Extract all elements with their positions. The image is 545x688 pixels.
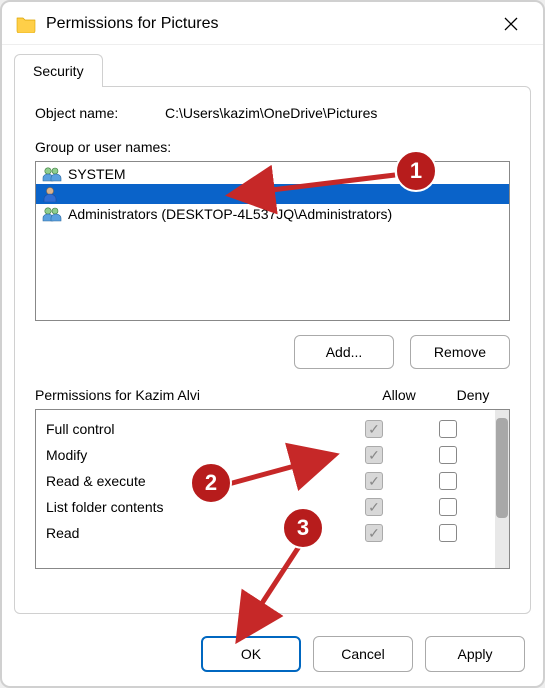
- close-button[interactable]: [493, 10, 529, 38]
- remove-button[interactable]: Remove: [410, 335, 510, 369]
- titlebar: Permissions for Pictures: [2, 2, 543, 45]
- dialog-button-row: OK Cancel Apply: [2, 626, 543, 686]
- permissions-scrollbar[interactable]: [495, 410, 509, 568]
- permission-deny-cell: [411, 498, 485, 516]
- users-icon: [42, 166, 62, 182]
- permissions-dialog: Permissions for Pictures Security Object…: [0, 0, 545, 688]
- permission-deny-cell: [411, 420, 485, 438]
- cancel-button[interactable]: Cancel: [313, 636, 413, 672]
- permissions-rows: Full control✓Modify✓Read & execute✓List …: [36, 410, 495, 568]
- permission-allow-cell: ✓: [337, 498, 411, 516]
- list-item[interactable]: Administrators (DESKTOP-4L537JQ\Administ…: [36, 204, 509, 224]
- permission-row: Read & execute ✓: [36, 468, 495, 494]
- permission-allow-checkbox: ✓: [365, 446, 383, 464]
- add-button[interactable]: Add...: [294, 335, 394, 369]
- object-name-label: Object name:: [35, 105, 165, 121]
- permissions-header-row: Permissions for Kazim Alvi Allow Deny: [35, 387, 510, 409]
- permission-deny-checkbox: [439, 472, 457, 490]
- permission-row: Full control ✓: [36, 416, 495, 442]
- tab-panel-security: Object name: C:\Users\kazim\OneDrive\Pic…: [14, 86, 531, 614]
- folder-icon: [16, 15, 36, 33]
- permission-allow-checkbox: ✓: [365, 420, 383, 438]
- permissions-for-label: Permissions for Kazim Alvi: [35, 387, 362, 403]
- groups-listbox[interactable]: SYSTEM Administrators (DESKTOP-4L537JQ\Ad…: [35, 161, 510, 321]
- user-icon: [42, 186, 62, 202]
- permission-allow-cell: ✓: [337, 524, 411, 542]
- apply-button[interactable]: Apply: [425, 636, 525, 672]
- permission-name: Modify: [46, 447, 337, 463]
- object-name-row: Object name: C:\Users\kazim\OneDrive\Pic…: [35, 105, 510, 121]
- permission-deny-cell: [411, 446, 485, 464]
- permission-allow-checkbox: ✓: [365, 498, 383, 516]
- close-icon: [504, 17, 518, 31]
- permission-deny-checkbox: [439, 446, 457, 464]
- groups-button-row: Add... Remove: [35, 335, 510, 369]
- permissions-table: Full control✓Modify✓Read & execute✓List …: [35, 409, 510, 569]
- permission-deny-checkbox: [439, 420, 457, 438]
- permission-allow-cell: ✓: [337, 472, 411, 490]
- permission-allow-cell: ✓: [337, 446, 411, 464]
- object-name-value: C:\Users\kazim\OneDrive\Pictures: [165, 105, 377, 121]
- window-title: Permissions for Pictures: [46, 15, 483, 33]
- permission-deny-cell: [411, 472, 485, 490]
- list-item[interactable]: [36, 184, 509, 204]
- permission-name: Full control: [46, 421, 337, 437]
- permission-allow-cell: ✓: [337, 420, 411, 438]
- permission-allow-checkbox: ✓: [365, 524, 383, 542]
- scrollbar-thumb[interactable]: [496, 418, 508, 518]
- permission-row: Read ✓: [36, 520, 495, 546]
- tab-bar: Security: [2, 45, 543, 86]
- groups-label: Group or user names:: [35, 139, 510, 155]
- tab-security[interactable]: Security: [14, 54, 103, 87]
- permission-deny-cell: [411, 524, 485, 542]
- permissions-col-deny: Deny: [436, 387, 510, 403]
- ok-button[interactable]: OK: [201, 636, 301, 672]
- users-icon: [42, 206, 62, 222]
- permission-row: Modify ✓: [36, 442, 495, 468]
- permission-allow-checkbox: ✓: [365, 472, 383, 490]
- permission-name: Read: [46, 525, 337, 541]
- list-item-label: SYSTEM: [68, 166, 126, 182]
- permission-deny-checkbox: [439, 498, 457, 516]
- permission-name: Read & execute: [46, 473, 337, 489]
- permission-row: List folder contents ✓: [36, 494, 495, 520]
- permission-deny-checkbox: [439, 524, 457, 542]
- permissions-col-allow: Allow: [362, 387, 436, 403]
- list-item-label: Administrators (DESKTOP-4L537JQ\Administ…: [68, 206, 392, 222]
- permission-name: List folder contents: [46, 499, 337, 515]
- list-item[interactable]: SYSTEM: [36, 164, 509, 184]
